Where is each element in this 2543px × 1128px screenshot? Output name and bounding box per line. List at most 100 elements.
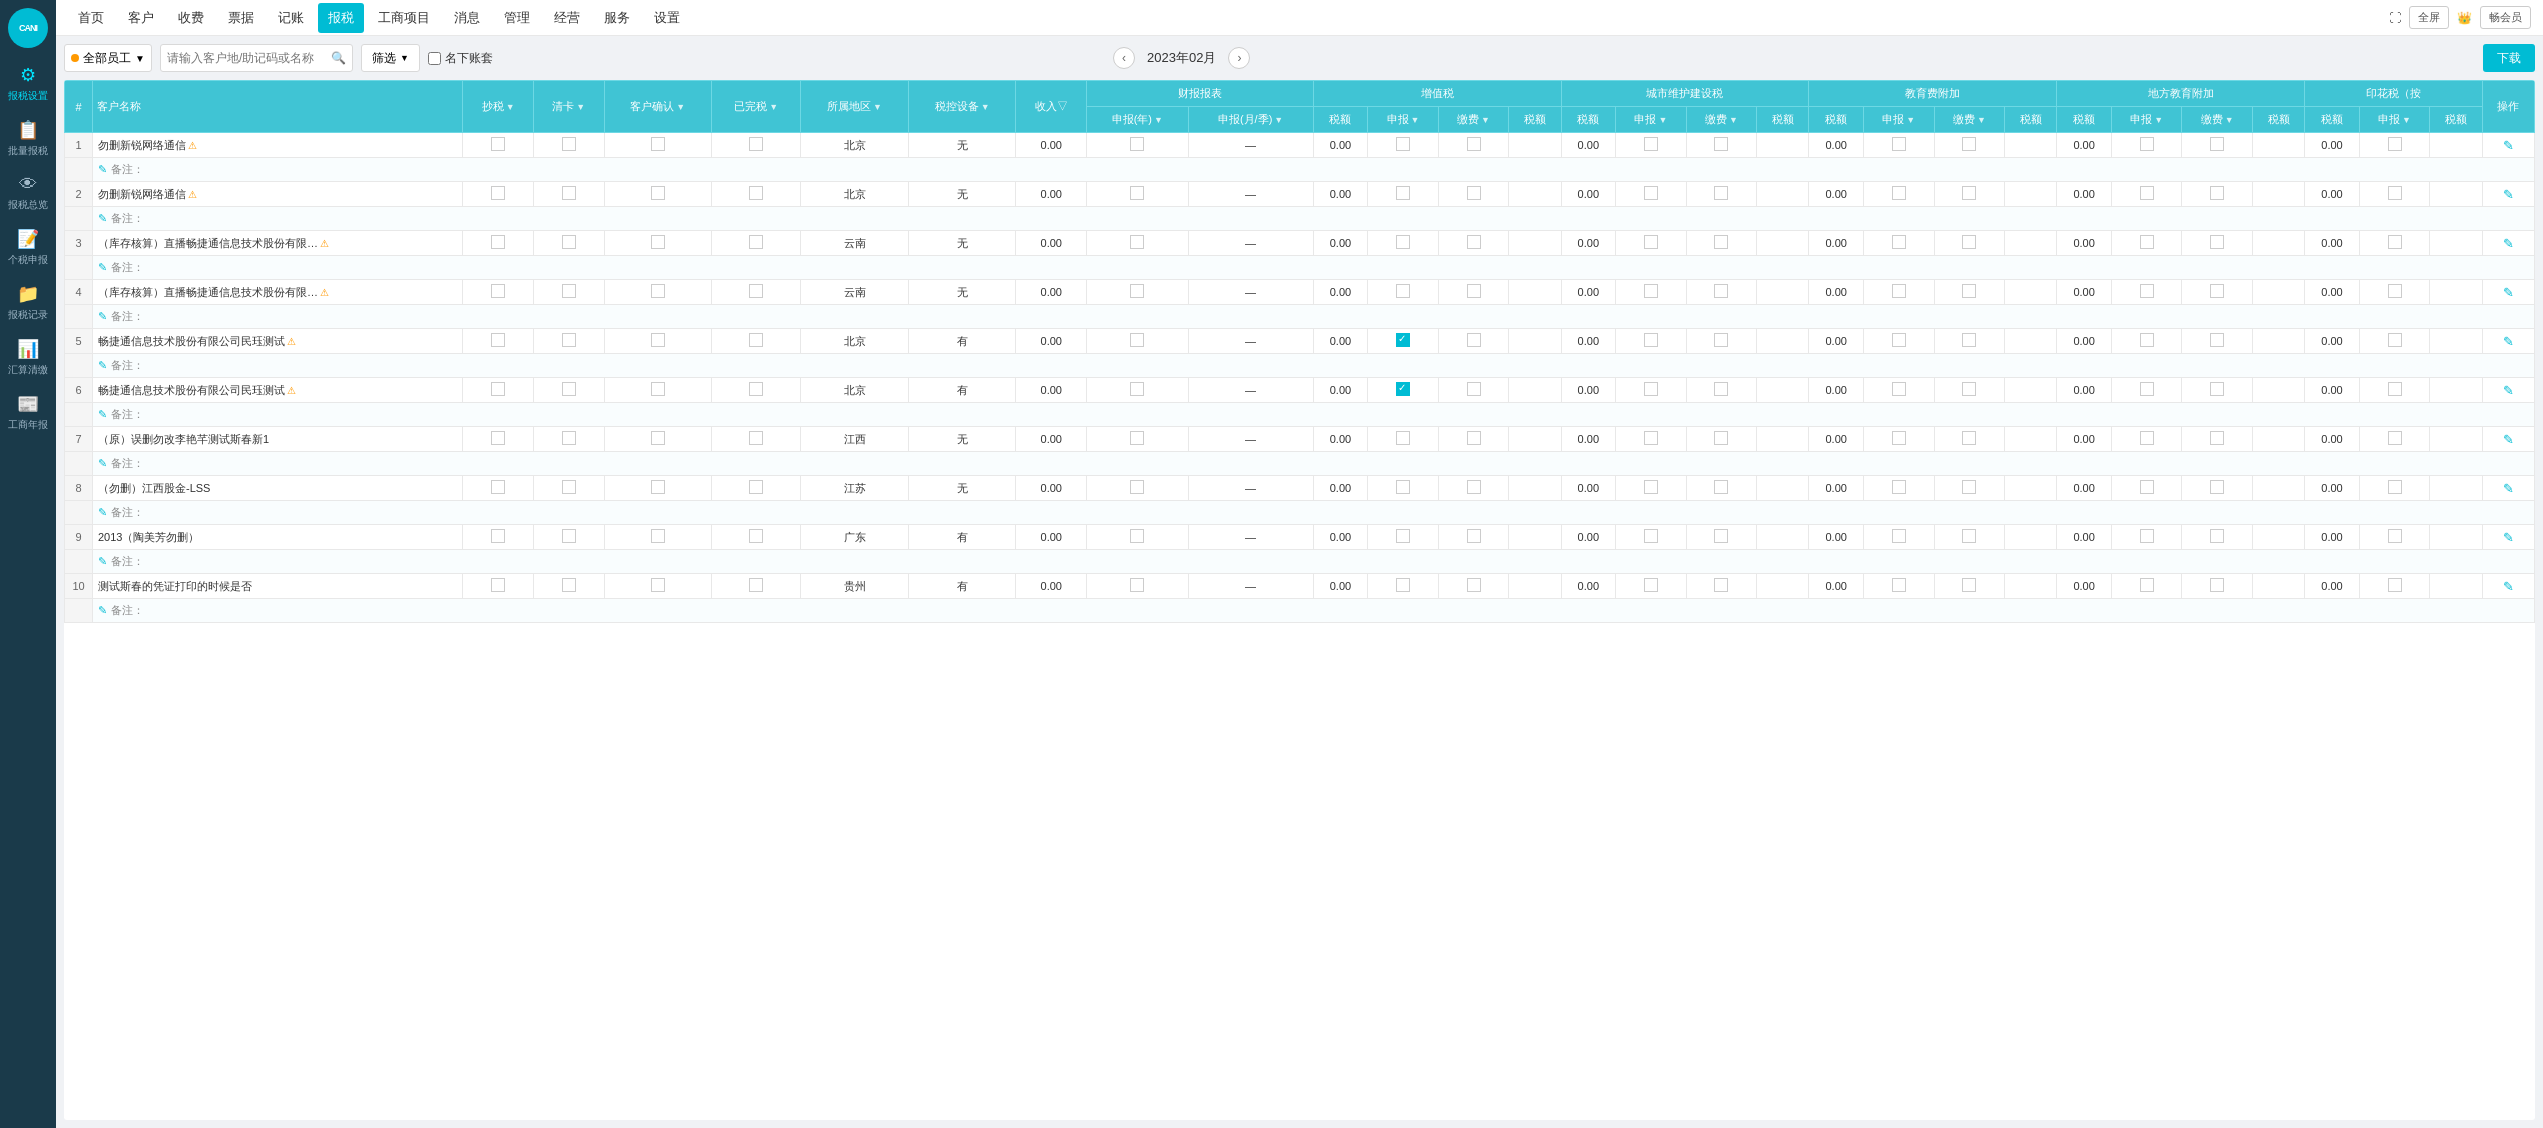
sidebar-item-tax-record[interactable]: 📁 报税记录 xyxy=(0,275,56,330)
vat-jiaof-cell[interactable] xyxy=(1438,378,1509,403)
action-cell[interactable]: ✎ xyxy=(2482,525,2534,550)
action-cell[interactable]: ✎ xyxy=(2482,133,2534,158)
edu-jiaof-cell[interactable] xyxy=(1934,574,2005,599)
edu-shenb-cell[interactable] xyxy=(1864,329,1935,354)
action-cell[interactable]: ✎ xyxy=(2482,427,2534,452)
city-shenb-cell[interactable] xyxy=(1616,133,1687,158)
city-jiaof-cell[interactable] xyxy=(1686,476,1757,501)
edit-icon[interactable]: ✎ xyxy=(2503,187,2514,202)
chaosui-cell[interactable] xyxy=(463,329,534,354)
nav-invoice[interactable]: 票据 xyxy=(218,3,264,33)
city-shenb-cell[interactable] xyxy=(1616,329,1687,354)
caibao-year-cell[interactable] xyxy=(1087,182,1188,207)
local-jiaof-cell[interactable] xyxy=(2182,231,2253,256)
name-badge-checkbox[interactable] xyxy=(428,52,441,65)
chaosui-cell[interactable] xyxy=(463,133,534,158)
confirm-cell[interactable] xyxy=(604,329,712,354)
qingka-cell[interactable] xyxy=(533,525,604,550)
action-cell[interactable]: ✎ xyxy=(2482,476,2534,501)
edit-icon[interactable]: ✎ xyxy=(2503,334,2514,349)
vat-shenb-cell[interactable] xyxy=(1368,476,1439,501)
vat-shenb-cell[interactable] xyxy=(1368,378,1439,403)
qingka-cell[interactable] xyxy=(533,231,604,256)
action-cell[interactable]: ✎ xyxy=(2482,280,2534,305)
vat-shenb-cell[interactable] xyxy=(1368,427,1439,452)
qingka-cell[interactable] xyxy=(533,133,604,158)
local-shenb-cell[interactable] xyxy=(2111,574,2182,599)
note-edit-icon[interactable]: ✎ xyxy=(98,457,107,469)
stamp-shenb-cell[interactable] xyxy=(2359,329,2430,354)
local-jiaof-cell[interactable] xyxy=(2182,574,2253,599)
note-edit-icon[interactable]: ✎ xyxy=(98,359,107,371)
download-button[interactable]: 下载 xyxy=(2483,44,2535,72)
caibao-year-cell[interactable] xyxy=(1087,574,1188,599)
city-shenb-cell[interactable] xyxy=(1616,231,1687,256)
local-shenb-cell[interactable] xyxy=(2111,280,2182,305)
caibao-year-cell[interactable] xyxy=(1087,525,1188,550)
local-jiaof-cell[interactable] xyxy=(2182,378,2253,403)
note-edit-icon[interactable]: ✎ xyxy=(98,163,107,175)
edu-shenb-cell[interactable] xyxy=(1864,476,1935,501)
stamp-shenb-cell[interactable] xyxy=(2359,378,2430,403)
note-edit-icon[interactable]: ✎ xyxy=(98,555,107,567)
qingka-cell[interactable] xyxy=(533,427,604,452)
vat-jiaof-cell[interactable] xyxy=(1438,280,1509,305)
nav-service[interactable]: 服务 xyxy=(594,3,640,33)
edu-shenb-cell[interactable] xyxy=(1864,182,1935,207)
nav-customer[interactable]: 客户 xyxy=(118,3,164,33)
edit-icon[interactable]: ✎ xyxy=(2503,236,2514,251)
stamp-shenb-cell[interactable] xyxy=(2359,231,2430,256)
chaosui-cell[interactable] xyxy=(463,476,534,501)
fullscreen-btn[interactable]: 全屏 xyxy=(2409,6,2449,29)
action-cell[interactable]: ✎ xyxy=(2482,329,2534,354)
stamp-shenb-cell[interactable] xyxy=(2359,427,2430,452)
confirm-cell[interactable] xyxy=(604,574,712,599)
edu-jiaof-cell[interactable] xyxy=(1934,427,2005,452)
local-shenb-cell[interactable] xyxy=(2111,329,2182,354)
chaosui-cell[interactable] xyxy=(463,525,534,550)
note-edit-icon[interactable]: ✎ xyxy=(98,310,107,322)
stamp-shenb-cell[interactable] xyxy=(2359,476,2430,501)
confirm-cell[interactable] xyxy=(604,427,712,452)
city-jiaof-cell[interactable] xyxy=(1686,574,1757,599)
stamp-shenb-cell[interactable] xyxy=(2359,574,2430,599)
tax-done-cell[interactable] xyxy=(712,574,801,599)
qingka-cell[interactable] xyxy=(533,476,604,501)
action-cell[interactable]: ✎ xyxy=(2482,182,2534,207)
local-jiaof-cell[interactable] xyxy=(2182,476,2253,501)
city-shenb-cell[interactable] xyxy=(1616,574,1687,599)
qingka-cell[interactable] xyxy=(533,378,604,403)
search-input[interactable] xyxy=(167,51,327,65)
city-jiaof-cell[interactable] xyxy=(1686,182,1757,207)
vat-jiaof-cell[interactable] xyxy=(1438,133,1509,158)
local-shenb-cell[interactable] xyxy=(2111,378,2182,403)
prev-period-button[interactable]: ‹ xyxy=(1113,47,1135,69)
edit-icon[interactable]: ✎ xyxy=(2503,285,2514,300)
vat-shenb-cell[interactable] xyxy=(1368,574,1439,599)
tax-done-cell[interactable] xyxy=(712,378,801,403)
edu-shenb-cell[interactable] xyxy=(1864,574,1935,599)
confirm-cell[interactable] xyxy=(604,280,712,305)
chaosui-cell[interactable] xyxy=(463,427,534,452)
city-shenb-cell[interactable] xyxy=(1616,525,1687,550)
edu-shenb-cell[interactable] xyxy=(1864,133,1935,158)
vat-jiaof-cell[interactable] xyxy=(1438,182,1509,207)
vat-jiaof-cell[interactable] xyxy=(1438,231,1509,256)
chaosui-cell[interactable] xyxy=(463,280,534,305)
nav-message[interactable]: 消息 xyxy=(444,3,490,33)
qingka-cell[interactable] xyxy=(533,329,604,354)
local-shenb-cell[interactable] xyxy=(2111,427,2182,452)
nav-account[interactable]: 记账 xyxy=(268,3,314,33)
note-edit-icon[interactable]: ✎ xyxy=(98,506,107,518)
local-shenb-cell[interactable] xyxy=(2111,525,2182,550)
city-jiaof-cell[interactable] xyxy=(1686,231,1757,256)
chaosui-cell[interactable] xyxy=(463,378,534,403)
caibao-year-cell[interactable] xyxy=(1087,133,1188,158)
chaosui-cell[interactable] xyxy=(463,574,534,599)
sidebar-item-summary[interactable]: 📊 汇算清缴 xyxy=(0,330,56,385)
sidebar-item-batch-tax[interactable]: 📋 批量报税 xyxy=(0,111,56,166)
vat-shenb-cell[interactable] xyxy=(1368,280,1439,305)
edu-jiaof-cell[interactable] xyxy=(1934,182,2005,207)
vat-shenb-cell[interactable] xyxy=(1368,525,1439,550)
local-jiaof-cell[interactable] xyxy=(2182,133,2253,158)
